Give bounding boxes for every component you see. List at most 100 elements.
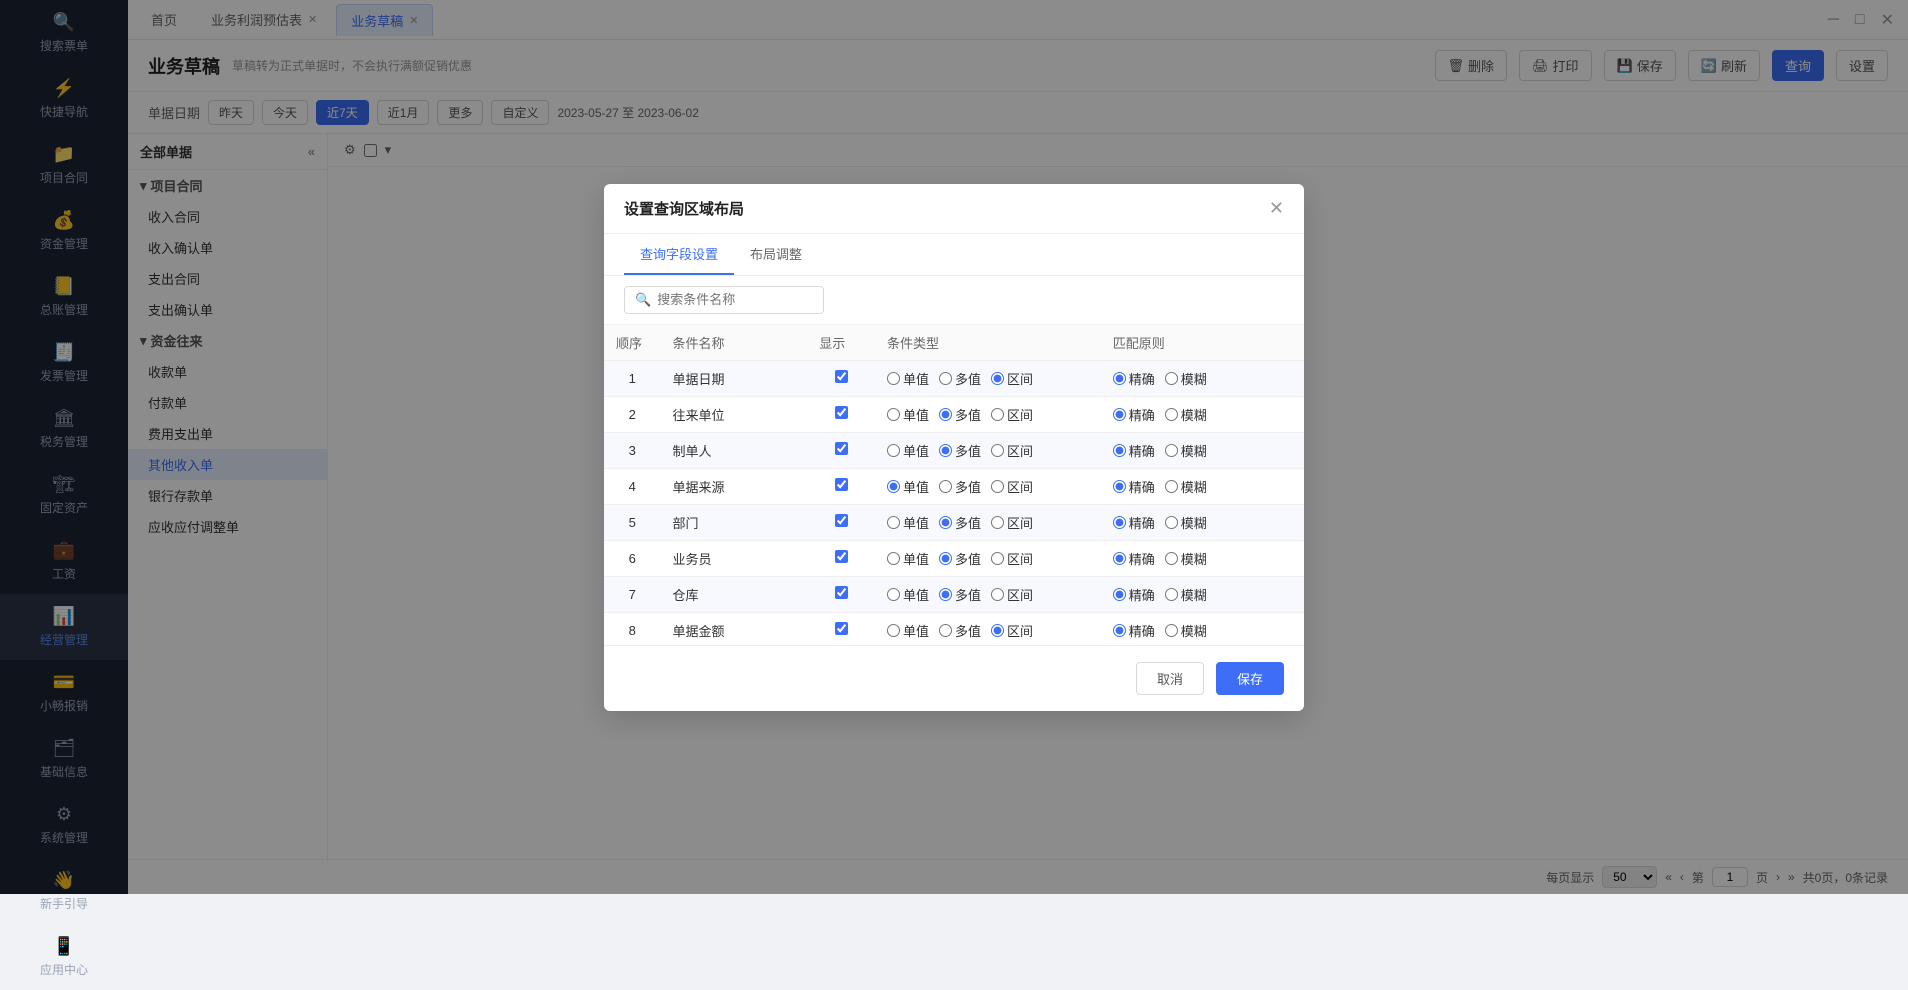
match-radio-fuzzy[interactable]: 模糊 xyxy=(1165,441,1207,460)
cell-show xyxy=(807,432,875,468)
cell-order: 1 xyxy=(604,360,660,396)
show-checkbox-3[interactable] xyxy=(835,443,848,458)
type-radio-range[interactable]: 区间 xyxy=(991,405,1033,424)
type-radio-multi[interactable]: 多值 xyxy=(939,621,981,640)
condition-search-input[interactable] xyxy=(657,292,817,307)
type-radio-single[interactable]: 单值 xyxy=(887,585,929,604)
match-radio-group: 精确模糊 xyxy=(1113,549,1292,568)
table-row: 2往来单位单值多值区间精确模糊 xyxy=(604,396,1304,432)
type-radio-single[interactable]: 单值 xyxy=(887,477,929,496)
dialog-save-button[interactable]: 保存 xyxy=(1216,662,1284,695)
cell-order: 5 xyxy=(604,504,660,540)
type-radio-range[interactable]: 区间 xyxy=(991,477,1033,496)
type-radio-group: 单值多值区间 xyxy=(887,477,1089,496)
cell-show xyxy=(807,612,875,645)
cell-show xyxy=(807,396,875,432)
th-show: 显示 xyxy=(807,325,875,361)
table-row: 8单据金额单值多值区间精确模糊 xyxy=(604,612,1304,645)
cell-match: 精确模糊 xyxy=(1101,360,1304,396)
type-radio-multi[interactable]: 多值 xyxy=(939,585,981,604)
match-radio-fuzzy[interactable]: 模糊 xyxy=(1165,369,1207,388)
cell-order: 6 xyxy=(604,540,660,576)
match-radio-group: 精确模糊 xyxy=(1113,405,1292,424)
match-radio-fuzzy[interactable]: 模糊 xyxy=(1165,477,1207,496)
cell-type: 单值多值区间 xyxy=(875,540,1101,576)
cell-match: 精确模糊 xyxy=(1101,612,1304,645)
type-radio-range[interactable]: 区间 xyxy=(991,585,1033,604)
sidebar-item-apps[interactable]: 📱 应用中心 xyxy=(0,924,128,990)
match-radio-exact[interactable]: 精确 xyxy=(1113,477,1155,496)
match-radio-fuzzy[interactable]: 模糊 xyxy=(1165,405,1207,424)
type-radio-single[interactable]: 单值 xyxy=(887,621,929,640)
cell-show xyxy=(807,504,875,540)
show-checkbox-8[interactable] xyxy=(835,623,848,638)
type-radio-single[interactable]: 单值 xyxy=(887,369,929,388)
search-input-wrap: 🔍 xyxy=(624,286,824,314)
dialog-tab-query-fields[interactable]: 查询字段设置 xyxy=(624,234,734,275)
type-radio-single[interactable]: 单值 xyxy=(887,513,929,532)
type-radio-range[interactable]: 区间 xyxy=(991,513,1033,532)
th-match: 匹配原则 xyxy=(1101,325,1304,361)
match-radio-exact[interactable]: 精确 xyxy=(1113,549,1155,568)
cell-show xyxy=(807,360,875,396)
show-checkbox-2[interactable] xyxy=(835,407,848,422)
cell-type: 单值多值区间 xyxy=(875,360,1101,396)
cell-order: 7 xyxy=(604,576,660,612)
table-row: 1单据日期单值多值区间精确模糊 xyxy=(604,360,1304,396)
type-radio-group: 单值多值区间 xyxy=(887,369,1089,388)
cell-name: 单据金额 xyxy=(660,612,807,645)
type-radio-single[interactable]: 单值 xyxy=(887,441,929,460)
type-radio-multi[interactable]: 多值 xyxy=(939,549,981,568)
cell-show xyxy=(807,540,875,576)
cell-match: 精确模糊 xyxy=(1101,504,1304,540)
show-checkbox-4[interactable] xyxy=(835,479,848,494)
match-radio-exact[interactable]: 精确 xyxy=(1113,621,1155,640)
dialog-tab-layout[interactable]: 布局调整 xyxy=(734,234,818,275)
type-radio-multi[interactable]: 多值 xyxy=(939,369,981,388)
show-checkbox-5[interactable] xyxy=(835,515,848,530)
type-radio-multi[interactable]: 多值 xyxy=(939,441,981,460)
type-radio-range[interactable]: 区间 xyxy=(991,621,1033,640)
type-radio-group: 单值多值区间 xyxy=(887,621,1089,640)
cell-type: 单值多值区间 xyxy=(875,468,1101,504)
dialog-close-button[interactable]: ✕ xyxy=(1269,198,1284,219)
type-radio-multi[interactable]: 多值 xyxy=(939,513,981,532)
type-radio-group: 单值多值区间 xyxy=(887,585,1089,604)
cell-name: 单据日期 xyxy=(660,360,807,396)
type-radio-multi[interactable]: 多值 xyxy=(939,477,981,496)
cancel-button[interactable]: 取消 xyxy=(1136,662,1204,695)
match-radio-exact[interactable]: 精确 xyxy=(1113,585,1155,604)
match-radio-exact[interactable]: 精确 xyxy=(1113,513,1155,532)
cell-name: 部门 xyxy=(660,504,807,540)
show-checkbox-7[interactable] xyxy=(835,587,848,602)
match-radio-fuzzy[interactable]: 模糊 xyxy=(1165,621,1207,640)
match-radio-exact[interactable]: 精确 xyxy=(1113,405,1155,424)
type-radio-single[interactable]: 单值 xyxy=(887,549,929,568)
match-radio-group: 精确模糊 xyxy=(1113,513,1292,532)
type-radio-range[interactable]: 区间 xyxy=(991,441,1033,460)
cell-order: 8 xyxy=(604,612,660,645)
type-radio-group: 单值多值区间 xyxy=(887,405,1089,424)
show-checkbox-1[interactable] xyxy=(835,371,848,386)
cell-match: 精确模糊 xyxy=(1101,396,1304,432)
dialog-tabs: 查询字段设置 布局调整 xyxy=(604,234,1304,276)
type-radio-group: 单值多值区间 xyxy=(887,441,1089,460)
match-radio-exact[interactable]: 精确 xyxy=(1113,441,1155,460)
cell-name: 仓库 xyxy=(660,576,807,612)
type-radio-range[interactable]: 区间 xyxy=(991,549,1033,568)
match-radio-fuzzy[interactable]: 模糊 xyxy=(1165,549,1207,568)
type-radio-range[interactable]: 区间 xyxy=(991,369,1033,388)
cell-name: 业务员 xyxy=(660,540,807,576)
match-radio-exact[interactable]: 精确 xyxy=(1113,369,1155,388)
search-icon: 🔍 xyxy=(635,292,651,308)
dialog-search: 🔍 xyxy=(604,276,1304,325)
table-row: 3制单人单值多值区间精确模糊 xyxy=(604,432,1304,468)
match-radio-fuzzy[interactable]: 模糊 xyxy=(1165,585,1207,604)
type-radio-single[interactable]: 单值 xyxy=(887,405,929,424)
match-radio-fuzzy[interactable]: 模糊 xyxy=(1165,513,1207,532)
table-row: 6业务员单值多值区间精确模糊 xyxy=(604,540,1304,576)
dialog-header: 设置查询区域布局 ✕ xyxy=(604,184,1304,234)
show-checkbox-6[interactable] xyxy=(835,551,848,566)
type-radio-multi[interactable]: 多值 xyxy=(939,405,981,424)
type-radio-group: 单值多值区间 xyxy=(887,513,1089,532)
